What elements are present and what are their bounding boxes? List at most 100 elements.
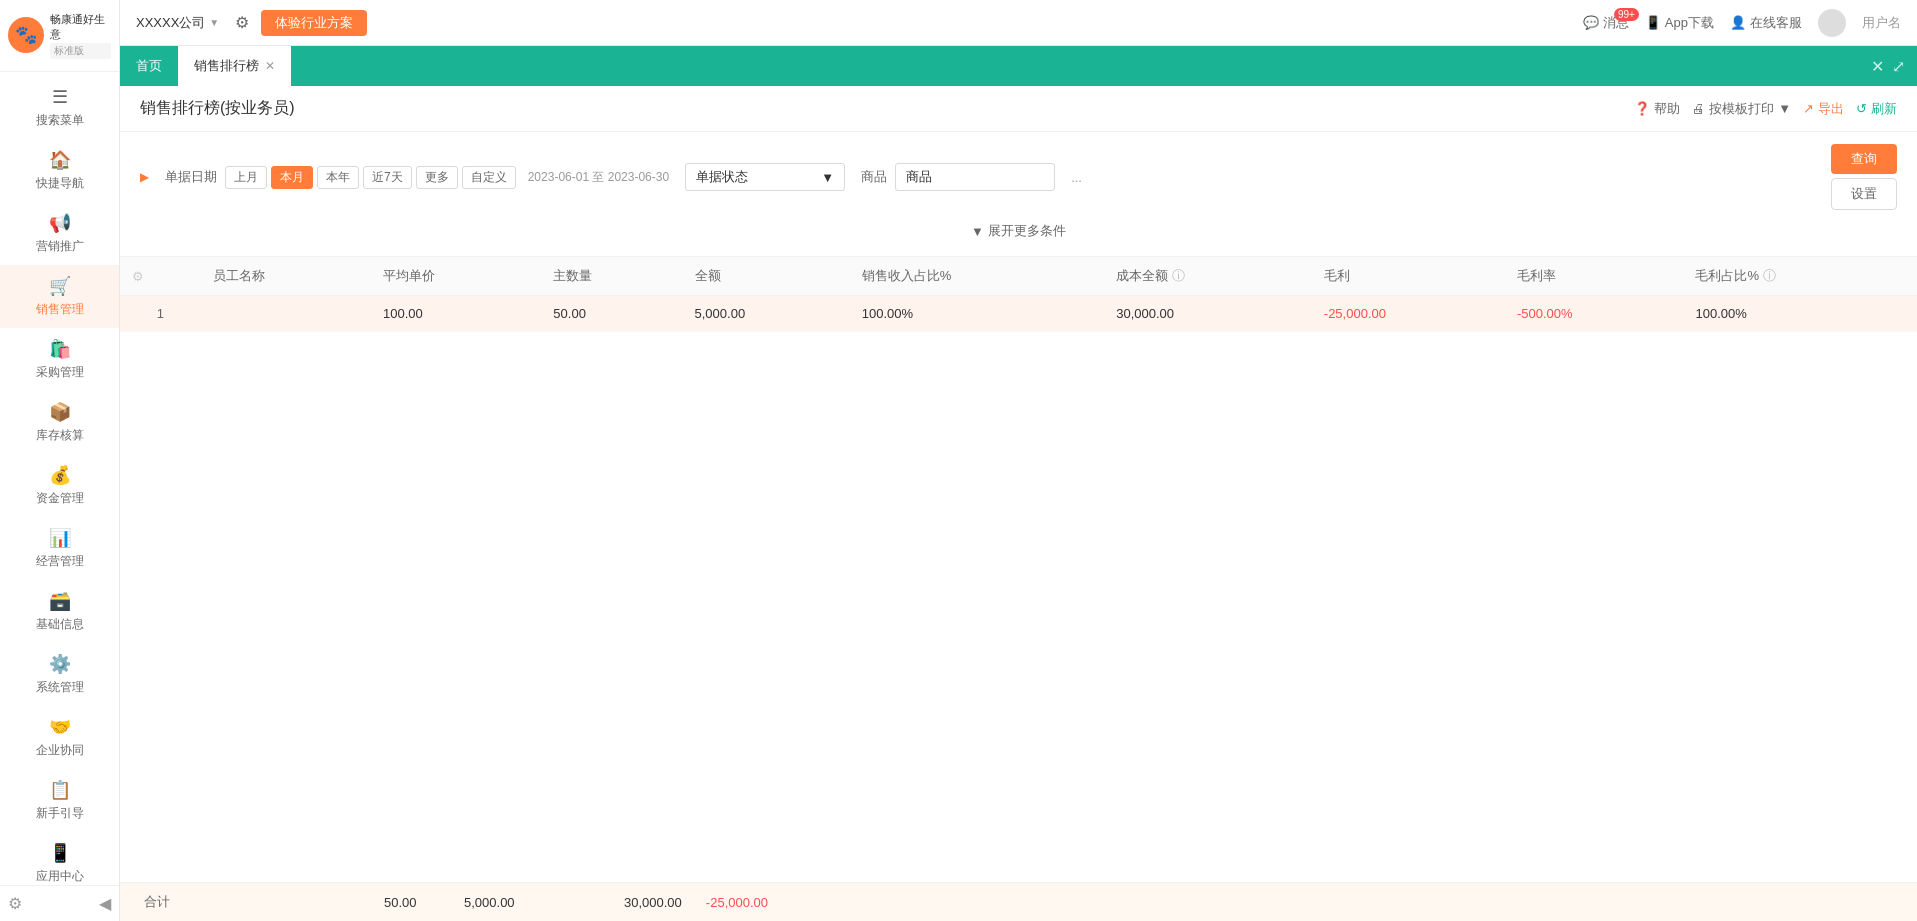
user-avatar[interactable]	[1818, 9, 1846, 37]
company-selector[interactable]: XXXXX公司 ▼	[136, 14, 219, 32]
tab-bar-right: ✕ ⤢	[1871, 57, 1917, 76]
expand-more-label: 展开更多条件	[988, 222, 1066, 240]
app-download-item[interactable]: 📱 App下载	[1645, 14, 1714, 32]
message-icon: 💬	[1583, 15, 1599, 30]
refresh-button[interactable]: ↺ 刷新	[1856, 100, 1897, 118]
sidebar-item-inventory[interactable]: 📦 库存核算	[0, 391, 119, 454]
footer-cost-cell: 30,000.00	[612, 895, 694, 910]
tab-bar: 首页 销售排行榜 ✕ ✕ ⤢	[120, 46, 1917, 86]
status-filter-dropdown[interactable]: 单据状态 ▼	[685, 163, 845, 191]
date-filter-label: 单据日期	[165, 168, 217, 186]
row-avg-price: 100.00	[371, 296, 541, 332]
page-header-actions: ❓ 帮助 🖨 按模板打印 ▼ ↗ 导出 ↺ 刷新	[1634, 100, 1897, 118]
refresh-label: 刷新	[1871, 100, 1897, 118]
search-menu-icon: ☰	[52, 86, 68, 108]
date-current-month-btn[interactable]: 本月	[271, 166, 313, 189]
tab-close-icon[interactable]: ✕	[265, 59, 275, 73]
settings-button[interactable]: 设置	[1831, 178, 1897, 210]
expand-more-btn[interactable]: ▼ 展开更多条件	[140, 218, 1897, 244]
sidebar-item-basic-info[interactable]: 🗃️ 基础信息	[0, 580, 119, 643]
goods-filter-label: 商品	[861, 168, 887, 186]
sidebar-item-finance[interactable]: 💰 资金管理	[0, 454, 119, 517]
th-gross-margin: 毛利率	[1505, 257, 1684, 296]
more-filter-indicator[interactable]: ...	[1071, 170, 1082, 185]
logo-icon: 🐾	[8, 17, 44, 53]
row-quantity: 50.00	[541, 296, 682, 332]
logo-name: 畅康通好生意	[50, 12, 111, 43]
online-support-icon: 👤	[1730, 15, 1746, 30]
filter-collapse-btn[interactable]: ▶	[140, 170, 149, 184]
gross-pct-help-icon[interactable]: ⓘ	[1763, 268, 1776, 283]
table-header-row: ⚙ 员工名称 平均单价 主数量 全额 销售收入占比% 成本全额 ⓘ 毛利	[120, 257, 1917, 296]
template-print-label: 按模板打印	[1709, 100, 1774, 118]
date-last-7-days-btn[interactable]: 近7天	[363, 166, 412, 189]
cost-help-icon[interactable]: ⓘ	[1172, 268, 1185, 283]
goods-filter-item: 商品 商品	[861, 163, 1055, 191]
company-settings-icon[interactable]: ⚙	[235, 13, 249, 32]
th-quantity: 主数量	[541, 257, 682, 296]
sidebar-item-app-center[interactable]: 📱 应用中心	[0, 832, 119, 885]
expand-more-arrow-icon: ▼	[971, 224, 984, 239]
page-content: 销售排行榜(按业务员) ❓ 帮助 🖨 按模板打印 ▼ ↗ 导出	[120, 86, 1917, 921]
sidebar-item-system[interactable]: ⚙️ 系统管理	[0, 643, 119, 706]
table-container: ⚙ 员工名称 平均单价 主数量 全额 销售收入占比% 成本全额 ⓘ 毛利	[120, 257, 1917, 882]
row-employee	[201, 296, 371, 332]
sidebar-item-sales[interactable]: 🛒 销售管理	[0, 265, 119, 328]
row-gross-margin: -500.00%	[1505, 296, 1684, 332]
user-name: 用户名	[1862, 14, 1901, 32]
tab-sales-ranking[interactable]: 销售排行榜 ✕	[178, 46, 291, 86]
footer-gross-profit-cell: -25,000.00	[694, 895, 780, 910]
message-item[interactable]: 💬 消息 99+	[1583, 14, 1629, 32]
home-icon: 🏠	[49, 149, 71, 171]
date-more-btn[interactable]: 更多	[416, 166, 458, 189]
date-current-year-btn[interactable]: 本年	[317, 166, 359, 189]
sidebar-item-operations[interactable]: 📊 经营管理	[0, 517, 119, 580]
th-gross-pct: 毛利占比% ⓘ	[1683, 257, 1917, 296]
row-rank: 1	[120, 296, 201, 332]
sidebar-nav: ☰ 搜索菜单 🏠 快捷导航 📢 营销推广 🛒 销售管理 🛍️ 采购管理 📦	[0, 72, 119, 885]
sidebar-label-system: 系统管理	[36, 679, 84, 696]
app-download-label: App下载	[1665, 14, 1714, 32]
sidebar-item-enterprise-collab[interactable]: 🤝 企业协同	[0, 706, 119, 769]
filter-right-buttons: 查询 设置	[1831, 144, 1897, 210]
sidebar-label-marketing: 营销推广	[36, 238, 84, 255]
tab-close-btn[interactable]: ✕	[1871, 57, 1884, 76]
page-title: 销售排行榜(按业务员)	[140, 98, 295, 119]
export-button[interactable]: ↗ 导出	[1803, 100, 1844, 118]
th-gross-profit: 毛利	[1312, 257, 1505, 296]
row-gross-pct: 100.00%	[1683, 296, 1917, 332]
tab-restore-btn[interactable]: ⤢	[1892, 57, 1905, 76]
sidebar-item-beginner[interactable]: 📋 新手引导	[0, 769, 119, 832]
date-last-month-btn[interactable]: 上月	[225, 166, 267, 189]
finance-icon: 💰	[49, 464, 71, 486]
main-content: XXXXX公司 ▼ ⚙ 体验行业方案 💬 消息 99+ 📱 App下载 👤 在线…	[120, 0, 1917, 921]
tab-home[interactable]: 首页	[120, 46, 178, 86]
sidebar-item-marketing[interactable]: 📢 营销推广	[0, 202, 119, 265]
sidebar-item-purchase[interactable]: 🛍️ 采购管理	[0, 328, 119, 391]
query-button[interactable]: 查询	[1831, 144, 1897, 174]
online-support-item[interactable]: 👤 在线客服	[1730, 14, 1802, 32]
cost-label: 成本全额	[1116, 268, 1168, 283]
page-header: 销售排行榜(按业务员) ❓ 帮助 🖨 按模板打印 ▼ ↗ 导出	[120, 86, 1917, 132]
settings-bottom-icon[interactable]: ⚙	[8, 894, 22, 913]
trial-button[interactable]: 体验行业方案	[261, 10, 367, 36]
marketing-icon: 📢	[49, 212, 71, 234]
date-custom-btn[interactable]: 自定义	[462, 166, 516, 189]
help-button[interactable]: ❓ 帮助	[1634, 100, 1680, 118]
goods-filter-input[interactable]: 商品	[895, 163, 1055, 191]
sidebar-label-app-center: 应用中心	[36, 868, 84, 885]
collapse-icon[interactable]: ◀	[99, 894, 111, 913]
data-table: ⚙ 员工名称 平均单价 主数量 全额 销售收入占比% 成本全额 ⓘ 毛利	[120, 257, 1917, 332]
th-employee: 员工名称	[201, 257, 371, 296]
th-total: 全额	[683, 257, 850, 296]
row-total: 5,000.00	[683, 296, 850, 332]
online-support-label: 在线客服	[1750, 14, 1802, 32]
template-print-button[interactable]: 🖨 按模板打印 ▼	[1692, 100, 1791, 118]
sidebar-item-quick-nav[interactable]: 🏠 快捷导航	[0, 139, 119, 202]
date-filter-group: 上月 本月 本年 近7天 更多 自定义	[225, 166, 516, 189]
sidebar-item-search[interactable]: ☰ 搜索菜单	[0, 76, 119, 139]
th-settings[interactable]: ⚙	[120, 257, 201, 296]
export-icon: ↗	[1803, 101, 1814, 116]
system-icon: ⚙️	[49, 653, 71, 675]
footer-quantity-cell: 50.00	[372, 895, 452, 910]
